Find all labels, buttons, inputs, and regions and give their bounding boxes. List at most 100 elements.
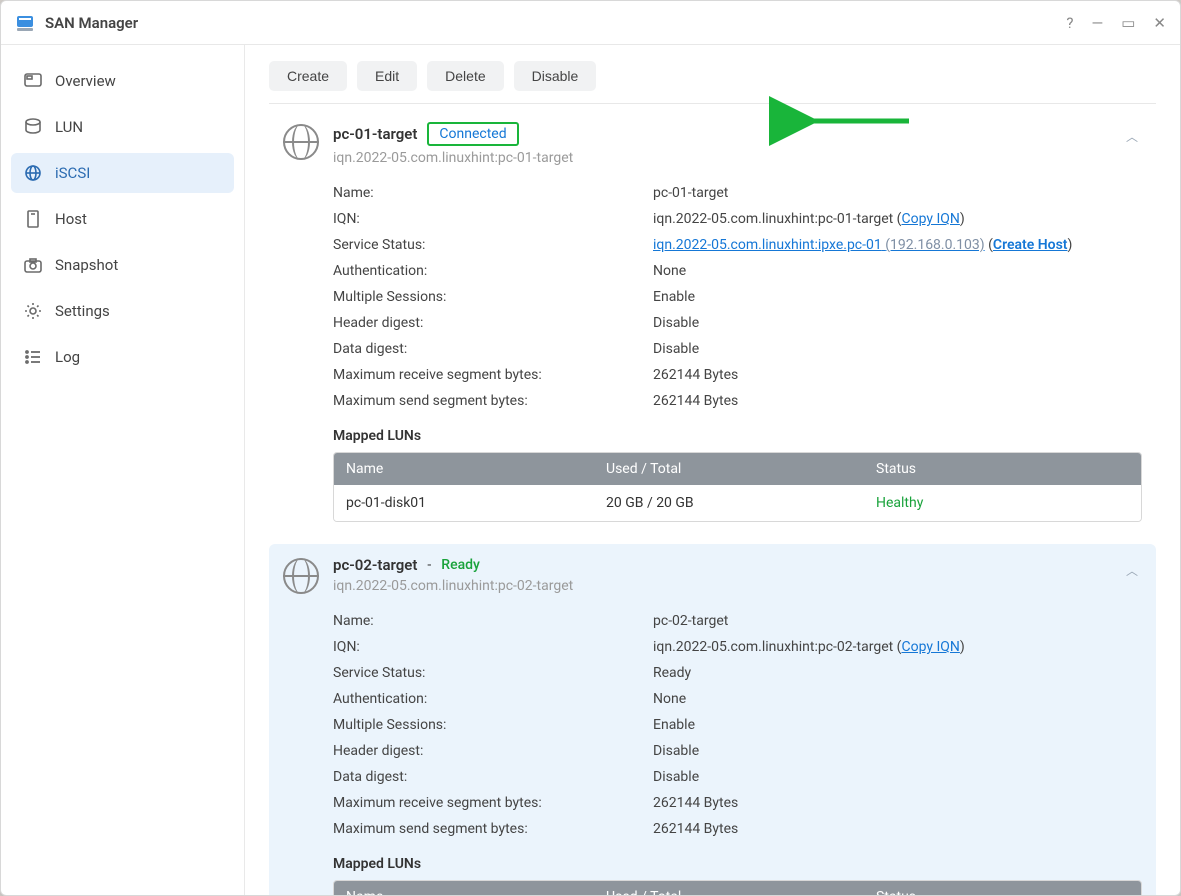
target-card[interactable]: pc-01-target Connected iqn.2022-05.com.l… [269, 110, 1156, 540]
value-service-status: Ready [653, 665, 1142, 681]
collapse-chevron-icon[interactable]: ︿ [1126, 562, 1138, 579]
app-title: SAN Manager [45, 14, 1066, 32]
sidebar-item-lun[interactable]: LUN [11, 107, 234, 147]
close-icon[interactable]: ✕ [1153, 14, 1166, 32]
globe-icon [23, 163, 43, 183]
value-maxsend: 262144 Bytes [653, 821, 1142, 837]
sidebar: Overview LUN iSCSI Host Snapshot Setting… [1, 45, 245, 896]
app-icon [15, 13, 35, 33]
label-hdigest: Header digest: [333, 315, 653, 331]
value-iqn: iqn.2022-05.com.linuxhint:pc-02-target (… [653, 639, 1142, 655]
title-bar: SAN Manager ? — ▭ ✕ [1, 1, 1180, 45]
help-icon[interactable]: ? [1066, 14, 1073, 32]
label-ddigest: Data digest: [333, 769, 653, 785]
value-hdigest: Disable [653, 315, 1142, 331]
target-title: pc-01-target [333, 125, 417, 143]
value-maxrecv: 262144 Bytes [653, 367, 1142, 383]
lun-status: Healthy [876, 495, 1129, 511]
copy-iqn-link[interactable]: Copy IQN [901, 639, 959, 655]
label-auth: Authentication: [333, 691, 653, 707]
sidebar-item-label: Host [55, 210, 87, 228]
sidebar-item-label: LUN [55, 118, 83, 136]
target-header: pc-02-target - Ready iqn.2022-05.com.lin… [283, 556, 1142, 594]
edit-button[interactable]: Edit [357, 61, 417, 91]
collapse-chevron-icon[interactable]: ︿ [1126, 128, 1138, 145]
th-status: Status [876, 889, 1129, 896]
label-maxsend: Maximum send segment bytes: [333, 821, 653, 837]
maximize-icon[interactable]: ▭ [1121, 14, 1135, 32]
label-maxrecv: Maximum receive segment bytes: [333, 367, 653, 383]
globe-icon [283, 558, 319, 594]
value-hdigest: Disable [653, 743, 1142, 759]
target-details: Name:pc-02-target IQN:iqn.2022-05.com.li… [333, 608, 1142, 842]
label-iqn: IQN: [333, 211, 653, 227]
value-multi: Enable [653, 717, 1142, 733]
annotation-arrow [799, 106, 919, 140]
main-content: Create Edit Delete Disable pc-01-target … [245, 45, 1180, 896]
value-multi: Enable [653, 289, 1142, 305]
target-header: pc-01-target Connected iqn.2022-05.com.l… [283, 122, 1142, 166]
disable-button[interactable]: Disable [514, 61, 597, 91]
copy-iqn-link[interactable]: Copy IQN [901, 211, 959, 227]
sidebar-item-overview[interactable]: Overview [11, 61, 234, 101]
table-row[interactable]: pc-01-disk01 20 GB / 20 GB Healthy [334, 485, 1141, 521]
minimize-icon[interactable]: — [1092, 14, 1104, 32]
host-icon [23, 209, 43, 229]
target-details: Name:pc-01-target IQN:iqn.2022-05.com.li… [333, 180, 1142, 414]
value-maxsend: 262144 Bytes [653, 393, 1142, 409]
mapped-luns-title: Mapped LUNs [333, 856, 1142, 872]
value-name: pc-01-target [653, 185, 1142, 201]
label-service-status: Service Status: [333, 665, 653, 681]
create-button[interactable]: Create [269, 61, 347, 91]
disk-icon [23, 117, 43, 137]
value-ddigest: Disable [653, 769, 1142, 785]
delete-button[interactable]: Delete [427, 61, 503, 91]
value-auth: None [653, 263, 1142, 279]
sidebar-item-iscsi[interactable]: iSCSI [11, 153, 234, 193]
mapped-luns-table: Name Used / Total Status pc-01-disk01 20… [333, 452, 1142, 522]
label-hdigest: Header digest: [333, 743, 653, 759]
create-host-link[interactable]: Create Host [993, 237, 1068, 253]
value-service-status: iqn.2022-05.com.linuxhint:ipxe.pc-01 (19… [653, 237, 1142, 253]
target-iqn-sub: iqn.2022-05.com.linuxhint:pc-02-target [333, 578, 1142, 594]
th-status: Status [876, 461, 1129, 477]
status-separator: - [427, 557, 431, 573]
status-ready: Ready [441, 557, 480, 573]
label-iqn: IQN: [333, 639, 653, 655]
globe-icon [283, 124, 319, 160]
app-window: SAN Manager ? — ▭ ✕ Overview LUN iSCSI [0, 0, 1181, 896]
target-iqn-sub: iqn.2022-05.com.linuxhint:pc-01-target [333, 150, 1142, 166]
toolbar: Create Edit Delete Disable [269, 61, 1156, 104]
sidebar-item-log[interactable]: Log [11, 337, 234, 377]
value-iqn: iqn.2022-05.com.linuxhint:pc-01-target (… [653, 211, 1142, 227]
value-auth: None [653, 691, 1142, 707]
sidebar-item-host[interactable]: Host [11, 199, 234, 239]
sidebar-item-label: Settings [55, 302, 110, 320]
sidebar-item-label: Overview [55, 72, 116, 90]
target-title: pc-02-target [333, 556, 417, 574]
list-icon [23, 347, 43, 367]
status-badge-connected: Connected [427, 122, 518, 146]
lun-used: 20 GB / 20 GB [606, 495, 876, 511]
window-buttons: ? — ▭ ✕ [1066, 14, 1166, 32]
sidebar-item-snapshot[interactable]: Snapshot [11, 245, 234, 285]
gear-icon [23, 301, 43, 321]
label-auth: Authentication: [333, 263, 653, 279]
sidebar-item-settings[interactable]: Settings [11, 291, 234, 331]
label-ddigest: Data digest: [333, 341, 653, 357]
service-status-link[interactable]: iqn.2022-05.com.linuxhint:ipxe.pc-01 (19… [653, 237, 985, 253]
th-name: Name [346, 889, 606, 896]
value-name: pc-02-target [653, 613, 1142, 629]
target-card[interactable]: pc-02-target - Ready iqn.2022-05.com.lin… [269, 544, 1156, 896]
mapped-luns-table: Name Used / Total Status pc-02-disk01 20… [333, 880, 1142, 896]
label-multi: Multiple Sessions: [333, 289, 653, 305]
label-maxrecv: Maximum receive segment bytes: [333, 795, 653, 811]
sidebar-item-label: Log [55, 348, 80, 366]
label-service-status: Service Status: [333, 237, 653, 253]
app-body: Overview LUN iSCSI Host Snapshot Setting… [1, 45, 1180, 896]
sidebar-item-label: iSCSI [55, 164, 90, 182]
label-name: Name: [333, 185, 653, 201]
table-header: Name Used / Total Status [334, 881, 1141, 896]
label-name: Name: [333, 613, 653, 629]
label-multi: Multiple Sessions: [333, 717, 653, 733]
